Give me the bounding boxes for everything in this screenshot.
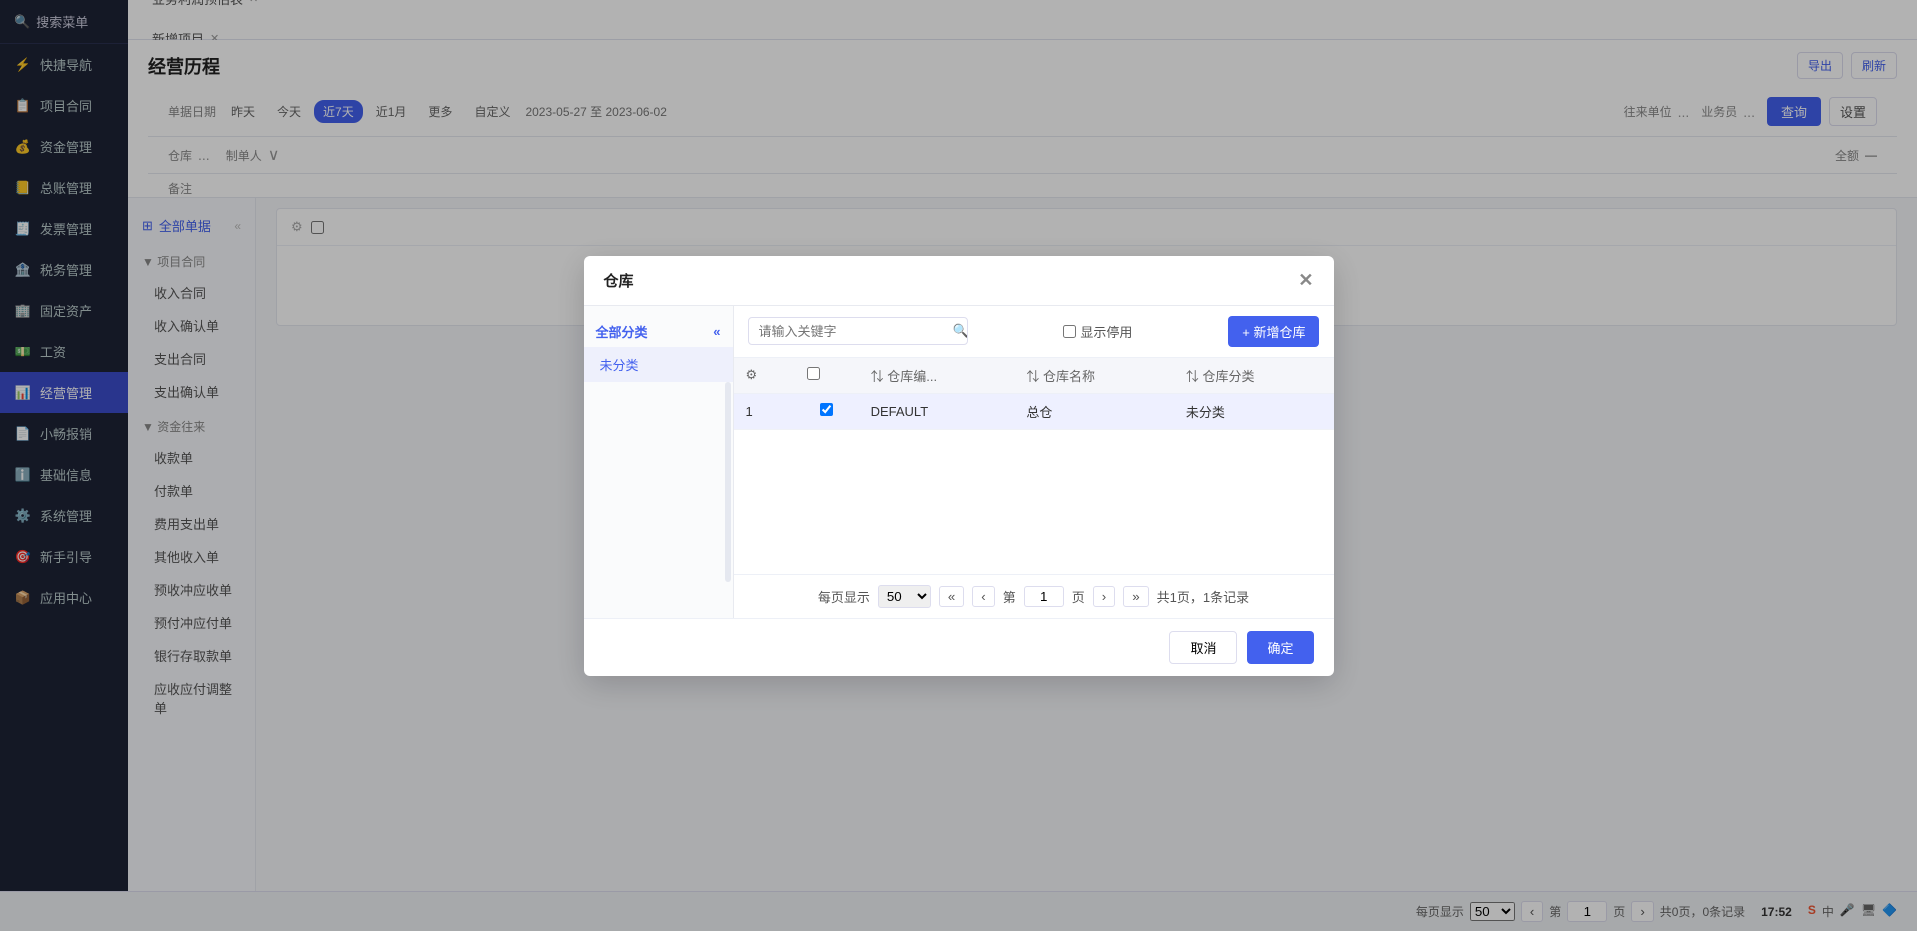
modal-sidebar: 全部分类 « 未分类 [584,306,734,618]
per-page-label: 每页显示 [818,587,870,606]
confirm-button[interactable]: 确定 [1247,631,1313,664]
cancel-button[interactable]: 取消 [1169,631,1237,664]
modal-table-wrapper: ⚙ ⇅ 仓库编... ⇅ 仓库名称 ⇅ 仓库分类 [734,358,1334,574]
col-warehouse-name-header: ⇅ 仓库名称 [1014,358,1174,394]
row-checkbox[interactable] [820,403,833,416]
modal-header: 仓库 ✕ [584,256,1334,306]
modal-search-input[interactable] [749,319,945,344]
row-code: DEFAULT [859,393,1015,429]
show-disabled-label[interactable]: 显示停用 [1063,322,1132,341]
row-name: 总仓 [1014,393,1174,429]
sort-icon-cat: ⇅ [1186,369,1199,384]
col-settings[interactable]: ⚙ [734,358,795,394]
row-checkbox-cell[interactable] [795,393,859,429]
show-disabled-checkbox[interactable] [1063,325,1076,338]
add-warehouse-button[interactable]: + 新增仓库 [1228,316,1319,347]
modal-sidebar-scrollbar[interactable] [725,382,731,582]
modal-table-row[interactable]: 1 DEFAULT 总仓 未分类 [734,393,1334,429]
per-page-select[interactable]: 501020100 [878,585,931,608]
col-warehouse-category-header: ⇅ 仓库分类 [1174,358,1334,394]
modal-sidebar-all-label[interactable]: 全部分类 [596,322,648,341]
modal-overlay: 仓库 ✕ 全部分类 « 未分类 🔍 [0,0,1917,931]
modal-search-box[interactable]: 🔍 [748,317,968,345]
page-input[interactable] [1024,586,1064,607]
modal-search-icon[interactable]: 🔍 [945,318,968,344]
modal-close-button[interactable]: ✕ [1298,270,1313,291]
modal-footer: 取消 确定 [584,618,1334,676]
last-page-btn[interactable]: » [1123,586,1148,607]
modal-title: 仓库 [604,270,634,291]
prev-page-btn[interactable]: ‹ [972,586,994,607]
modal-content: 🔍 显示停用 + 新增仓库 ⚙ [734,306,1334,618]
page-suffix: 页 [1072,587,1085,606]
modal-body: 全部分类 « 未分类 🔍 显示停用 [584,306,1334,618]
modal-select-all[interactable] [807,367,820,380]
col-warehouse-code-header: ⇅ 仓库编... [859,358,1015,394]
page-prefix: 第 [1003,587,1016,606]
modal-table: ⚙ ⇅ 仓库编... ⇅ 仓库名称 ⇅ 仓库分类 [734,358,1334,430]
modal-toolbar: 🔍 显示停用 + 新增仓库 [734,306,1334,358]
col-checkbox-header [795,358,859,394]
row-category: 未分类 [1174,393,1334,429]
total-records: 共1页，1条记录 [1157,587,1249,606]
warehouse-modal: 仓库 ✕ 全部分类 « 未分类 🔍 [584,256,1334,676]
sort-icon-name: ⇅ [1026,369,1039,384]
next-page-btn[interactable]: › [1093,586,1115,607]
modal-sidebar-unclassified[interactable]: 未分类 [584,347,733,382]
sort-icon: ⇅ [871,369,884,384]
modal-sidebar-collapse-icon[interactable]: « [713,324,720,339]
row-num: 1 [734,393,795,429]
first-page-btn[interactable]: « [939,586,964,607]
modal-pagination: 每页显示 501020100 « ‹ 第 页 › » 共1页，1条记录 [734,574,1334,618]
